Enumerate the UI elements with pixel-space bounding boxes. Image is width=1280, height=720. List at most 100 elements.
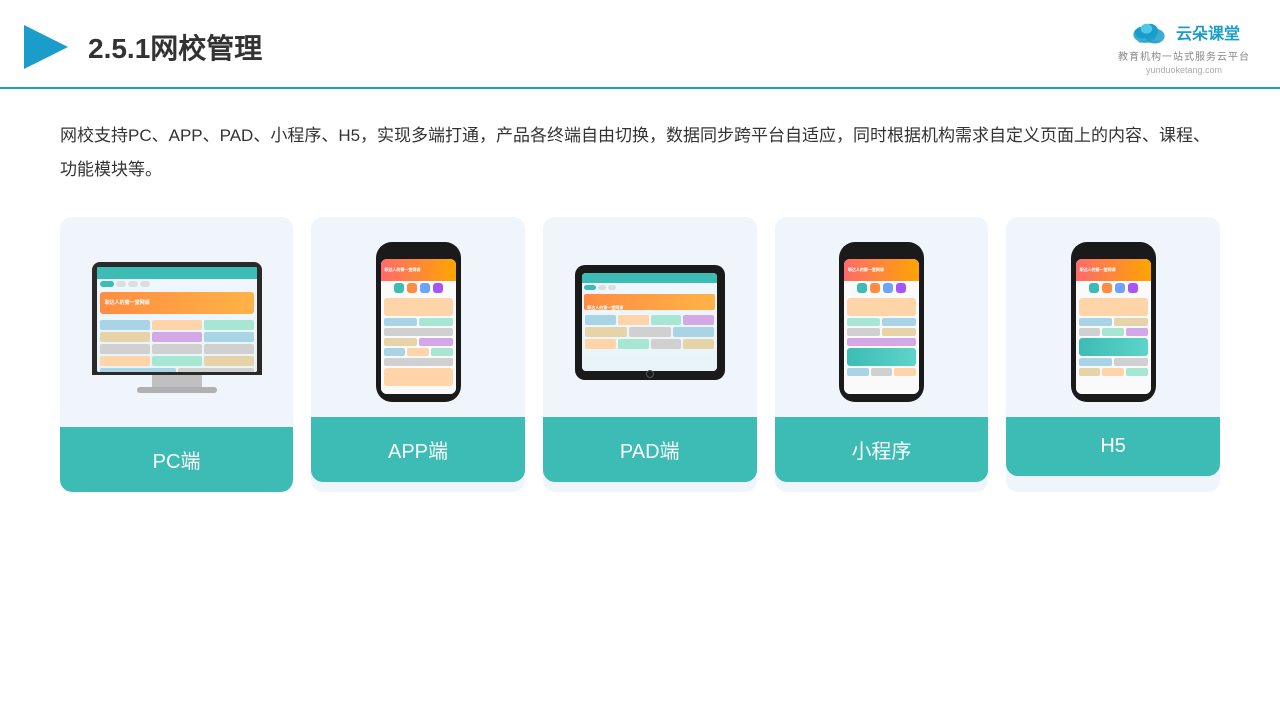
pad-nav-dot-2 — [598, 285, 606, 290]
app-block-3 — [419, 318, 453, 326]
card-pad-image: 职达人的第一堂网课 — [543, 217, 757, 417]
h5-row-2 — [1079, 318, 1148, 326]
pad-row-2 — [585, 327, 714, 337]
h5-phone: 职达人的第一堂网课 — [1071, 242, 1156, 402]
card-app: 职达人的第一堂网课 — [311, 217, 525, 492]
logo-text: 云朵课堂 — [1176, 20, 1240, 44]
app-phone: 职达人的第一堂网课 — [376, 242, 461, 402]
pad-block-10 — [651, 339, 682, 349]
miniapp-row-6 — [847, 368, 916, 376]
app-block-5 — [384, 338, 418, 346]
h5-block-2 — [1079, 318, 1113, 326]
pad-screen-header — [582, 273, 717, 283]
screen-block-1 — [100, 320, 150, 330]
monitor-base — [137, 387, 217, 393]
logo-cloud: 云朵课堂 — [1128, 18, 1240, 46]
h5-block-7 — [1079, 338, 1148, 356]
app-block-1 — [384, 298, 453, 316]
screen-banner-text: 职达人的第一堂网课 — [105, 299, 150, 306]
screen-block-11 — [152, 356, 202, 366]
pad-block-11 — [683, 339, 714, 349]
h5-icon-4 — [1128, 283, 1138, 293]
screen-body — [97, 317, 257, 372]
screen-row-2 — [100, 332, 254, 342]
h5-phone-screen: 职达人的第一堂网课 — [1076, 259, 1151, 394]
app-screen-content: 职达人的第一堂网课 — [381, 259, 456, 394]
miniapp-row-4 — [847, 338, 916, 346]
logo-url: yunduoketang.com — [1146, 65, 1222, 75]
app-block-10 — [384, 358, 453, 366]
app-icon-2 — [407, 283, 417, 293]
miniapp-block-5 — [882, 328, 916, 336]
tablet-home-button — [646, 370, 654, 378]
description-text: 网校支持PC、APP、PAD、小程序、H5，实现多端打通，产品各终端自由切换，数… — [60, 119, 1220, 187]
miniapp-icon-2 — [870, 283, 880, 293]
app-icon-row — [381, 281, 456, 295]
miniapp-header-text: 职达人的第一堂网课 — [848, 267, 884, 273]
h5-row-1 — [1079, 298, 1148, 316]
app-block-6 — [419, 338, 453, 346]
screen-header-bar — [97, 267, 257, 279]
miniapp-icon-row — [844, 281, 919, 295]
nav-dot-3 — [140, 281, 150, 287]
app-phone-header: 职达人的第一堂网课 — [381, 259, 456, 281]
h5-phone-body — [1076, 295, 1151, 379]
screen-block-14 — [178, 368, 254, 372]
app-row-6 — [384, 358, 453, 366]
h5-block-11 — [1102, 368, 1124, 376]
pad-tablet: 职达人的第一堂网课 — [575, 265, 725, 380]
h5-row-4 — [1079, 338, 1148, 356]
pad-block-7 — [673, 327, 715, 337]
card-pad: 职达人的第一堂网课 — [543, 217, 757, 492]
h5-block-8 — [1079, 358, 1113, 366]
h5-icon-1 — [1089, 283, 1099, 293]
app-row-1 — [384, 298, 453, 316]
app-header-text: 职达人的第一堂网课 — [385, 267, 421, 273]
h5-icon-2 — [1102, 283, 1112, 293]
card-h5-image: 职达人的第一堂网课 — [1006, 217, 1220, 417]
logo-sub: 教育机构一站式服务云平台 — [1118, 48, 1250, 63]
h5-block-4 — [1079, 328, 1101, 336]
card-app-image: 职达人的第一堂网课 — [311, 217, 525, 417]
miniapp-block-9 — [871, 368, 893, 376]
header-left: 2.5.1网校管理 — [20, 21, 262, 73]
miniapp-icon-4 — [896, 283, 906, 293]
card-pc-label: PC端 — [60, 427, 293, 492]
card-h5: 职达人的第一堂网课 — [1006, 217, 1220, 492]
app-icon-4 — [433, 283, 443, 293]
pad-block-4 — [683, 315, 714, 325]
screen-row-1 — [100, 320, 254, 330]
screen-block-7 — [100, 344, 150, 354]
card-miniapp: 职达人的第一堂网课 — [775, 217, 989, 492]
pad-block-1 — [585, 315, 616, 325]
miniapp-block-7 — [847, 348, 916, 366]
play-icon — [20, 21, 72, 73]
screen-block-2 — [152, 320, 202, 330]
card-miniapp-label: 小程序 — [775, 417, 989, 482]
miniapp-row-1 — [847, 298, 916, 316]
miniapp-block-8 — [847, 368, 869, 376]
screen-row-4 — [100, 356, 254, 366]
miniapp-phone: 职达人的第一堂网课 — [839, 242, 924, 402]
miniapp-row-5 — [847, 348, 916, 366]
h5-block-3 — [1114, 318, 1148, 326]
h5-block-12 — [1126, 368, 1148, 376]
app-block-8 — [407, 348, 429, 356]
pad-nav-dot-1 — [584, 285, 596, 290]
pad-block-5 — [585, 327, 627, 337]
h5-block-5 — [1102, 328, 1124, 336]
h5-phone-header: 职达人的第一堂网课 — [1076, 259, 1151, 281]
app-row-2 — [384, 318, 453, 326]
app-block-4 — [384, 328, 453, 336]
nav-dot-1 — [116, 281, 126, 287]
main-content: 网校支持PC、APP、PAD、小程序、H5，实现多端打通，产品各终端自由切换，数… — [0, 89, 1280, 512]
pad-row-1 — [585, 315, 714, 325]
screen-block-3 — [204, 320, 254, 330]
cards-container: 职达人的第一堂网课 — [60, 217, 1220, 492]
app-phone-body — [381, 295, 456, 389]
screen-row-5 — [100, 368, 254, 372]
screen-block-6 — [204, 332, 254, 342]
pad-banner-text: 职达人的第一堂网课 — [587, 305, 623, 310]
pad-screen-content: 职达人的第一堂网课 — [582, 273, 717, 371]
screen-block-12 — [204, 356, 254, 366]
